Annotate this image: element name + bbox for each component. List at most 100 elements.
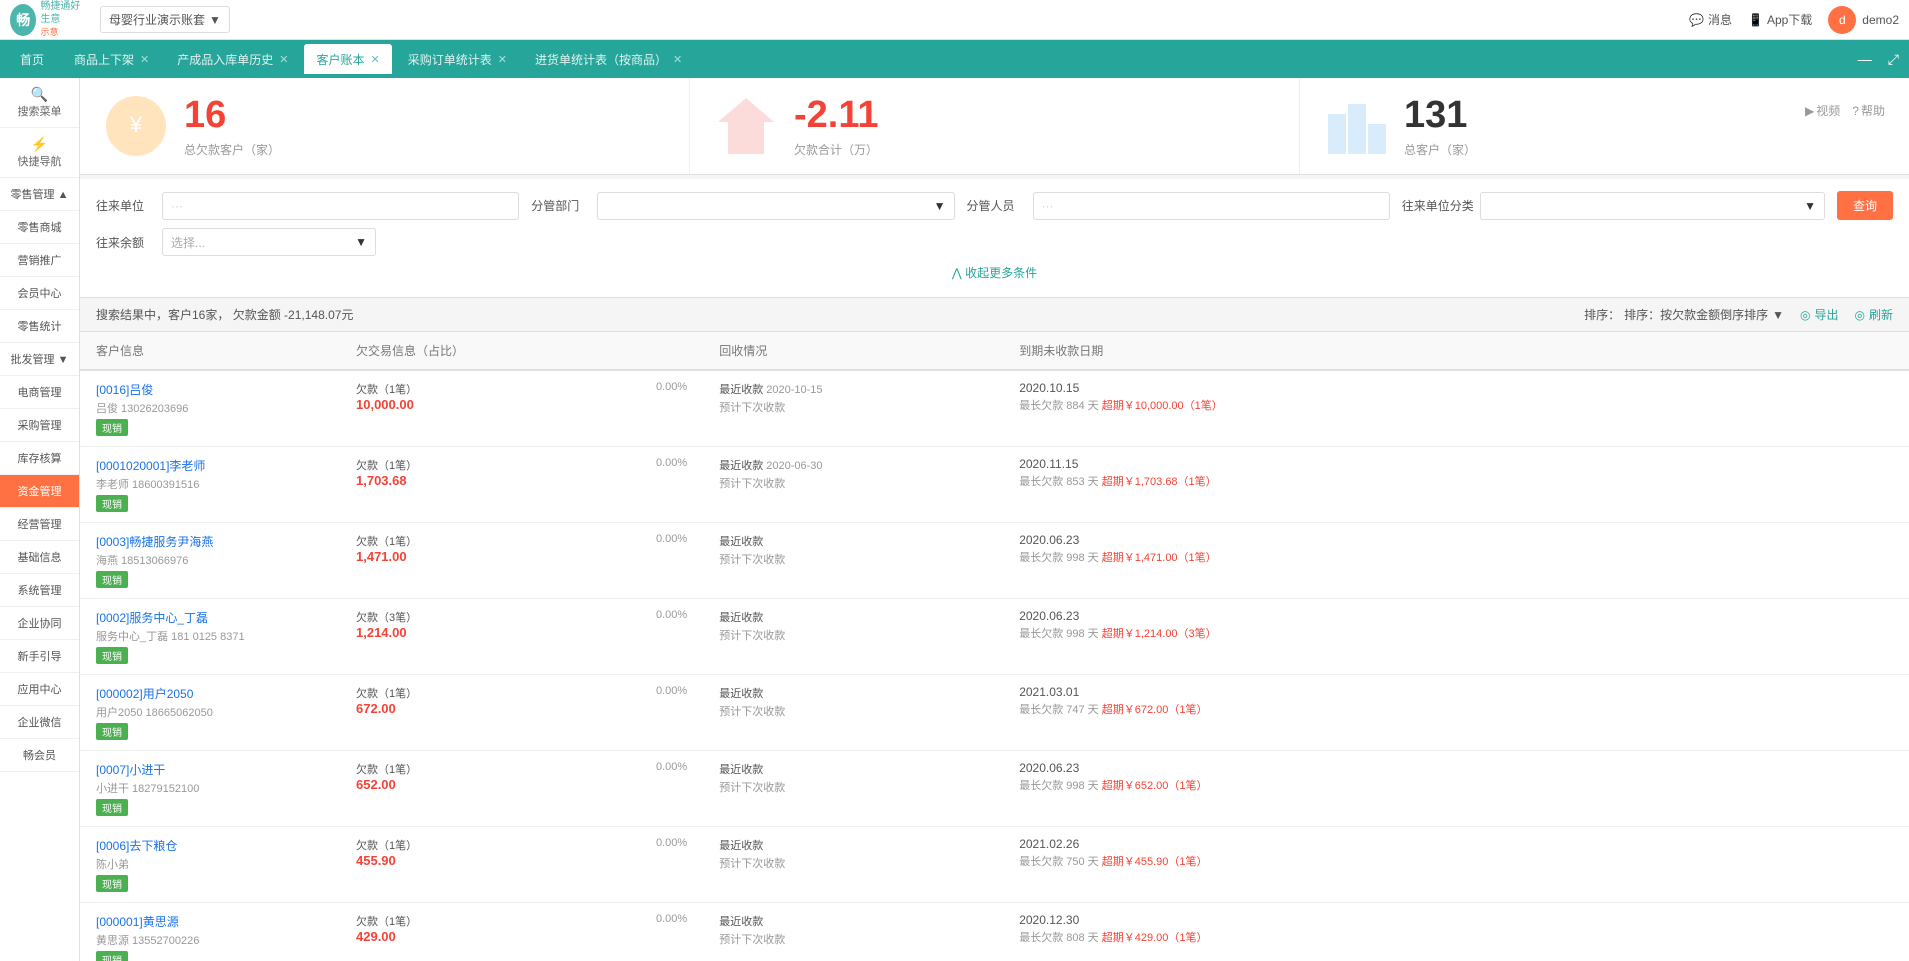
help-btn[interactable]: ? 帮助 (1852, 102, 1885, 119)
debt-amount[interactable]: 1,214.00 (356, 625, 624, 640)
sidebar-item-retail-mall[interactable]: 零售商城 (0, 211, 79, 244)
due-date: 2021.03.01 (1019, 685, 1893, 699)
overdue-days: 最长欠款 808 天 超期￥429.00（1笔） (1019, 929, 1893, 945)
sidebar-item-member2[interactable]: 畅会员 (0, 739, 79, 772)
debt-amount[interactable]: 1,703.68 (356, 473, 624, 488)
app-download-btn[interactable]: 📱 App下载 (1748, 11, 1812, 28)
table-row: [0001020001]李老师 李老师 18600391516 现销 欠款（1笔… (80, 447, 1909, 523)
due-date: 2020.06.23 (1019, 609, 1893, 623)
content-area: ¥ 16 总欠款客户（家） -2.11 欠款合计（万） (80, 78, 1909, 961)
video-icon: ▶ (1805, 104, 1814, 118)
sidebar-nav[interactable]: ⚡ 快捷导航 (0, 128, 79, 178)
debt-amount[interactable]: 10,000.00 (356, 397, 624, 412)
source-unit-input[interactable]: ··· (162, 192, 519, 220)
tab-purchase-stats[interactable]: 采购订单统计表 ✕ (396, 44, 519, 74)
debt-count: 欠款（1笔） (356, 685, 624, 701)
sidebar-item-basic-info[interactable]: 基础信息 (0, 541, 79, 574)
overdue-amount[interactable]: 超期￥455.90（1笔） (1102, 856, 1208, 868)
search-button[interactable]: 查询 (1837, 191, 1893, 220)
sidebar-item-retail-stats[interactable]: 零售统计 (0, 310, 79, 343)
sidebar-item-enterprise[interactable]: 企业协同 (0, 607, 79, 640)
filter-person: 分管人员 ··· (967, 192, 1390, 220)
customer-name[interactable]: [0003]畅捷服务尹海燕 (96, 533, 324, 550)
balance-select[interactable]: 选择... ▼ (162, 228, 376, 256)
sort-selector[interactable]: 排序： 排序：按欠款金额倒序排序 ▼ (1584, 306, 1784, 323)
tab-inbound-stats[interactable]: 进货单统计表（按商品） ✕ (523, 44, 694, 74)
customer-name[interactable]: [000002]用户2050 (96, 685, 324, 702)
debt-amount[interactable]: 455.90 (356, 853, 624, 868)
overdue-amount[interactable]: 超期￥672.00（1笔） (1102, 704, 1208, 716)
sidebar-item-apps[interactable]: 应用中心 (0, 673, 79, 706)
customer-name[interactable]: [0007]小进干 (96, 761, 324, 778)
next-payment: 预计下次收款 (719, 627, 987, 643)
export-btn[interactable]: ◎ 导出 (1800, 306, 1839, 323)
sidebar-item-guide[interactable]: 新手引导 (0, 640, 79, 673)
overdue-amount[interactable]: 超期￥1,703.68（1笔） (1102, 476, 1217, 488)
due-date: 2021.02.26 (1019, 837, 1893, 851)
data-table-container: 客户信息 欠交易信息（占比） 回收情况 到期未收款日期 [0016]吕俊 吕俊 … (80, 332, 1909, 961)
sidebar-item-retail-mgmt[interactable]: 零售管理 ▲ (0, 178, 79, 211)
tab-close-icon[interactable]: ✕ (673, 53, 682, 66)
stat-card-total-customers: 131 总客户（家） ▶ 视频 ? 帮助 (1300, 78, 1909, 174)
debt-amount[interactable]: 1,471.00 (356, 549, 624, 564)
customer-name[interactable]: [0016]吕俊 (96, 381, 324, 398)
sidebar-item-member[interactable]: 会员中心 (0, 277, 79, 310)
chevron-down-icon: ▼ (355, 235, 367, 249)
customer-tag: 现销 (96, 951, 128, 961)
view-btn[interactable]: ▶ 视频 (1805, 102, 1840, 119)
person-input[interactable]: ··· (1033, 192, 1390, 220)
chevron-down-icon: ▼ (934, 199, 946, 213)
customer-name[interactable]: [0002]服务中心_丁磊 (96, 609, 324, 626)
tab-goods[interactable]: 商品上下架 ✕ (62, 44, 161, 74)
customer-name[interactable]: [0001020001]李老师 (96, 457, 324, 474)
search-icon: 🔍 (4, 86, 75, 103)
tab-close-icon[interactable]: ✕ (371, 53, 380, 66)
message-btn[interactable]: 💬 消息 (1689, 11, 1732, 28)
sidebar-item-operations[interactable]: 经营管理 (0, 508, 79, 541)
user-avatar[interactable]: d demo2 (1828, 6, 1899, 34)
sidebar-item-wholesale[interactable]: 批发管理 ▼ (0, 343, 79, 376)
debt-percent: 0.00% (656, 685, 687, 697)
tab-bar: 首页 商品上下架 ✕ 产成品入库单历史 ✕ 客户账本 ✕ 采购订单统计表 ✕ 进… (0, 40, 1909, 78)
customer-name[interactable]: [0006]去下粮仓 (96, 837, 324, 854)
refresh-btn[interactable]: ◎ 刷新 (1855, 306, 1894, 323)
sidebar: 🔍 搜索菜单 ⚡ 快捷导航 零售管理 ▲ 零售商城 营销推广 会员中心 零售统计… (0, 78, 80, 961)
sidebar-search[interactable]: 🔍 搜索菜单 (0, 78, 79, 128)
overdue-amount[interactable]: 超期￥652.00（1笔） (1102, 780, 1208, 792)
tab-close-icon[interactable]: ✕ (279, 53, 288, 66)
overdue-amount[interactable]: 超期￥1,214.00（3笔） (1102, 628, 1217, 640)
tab-close-icon[interactable]: ✕ (140, 53, 149, 66)
tab-minimize-icon[interactable]: — (1852, 49, 1878, 69)
table-row: [0007]小进干 小进干 18279152100 现销 欠款（1笔） 652.… (80, 751, 1909, 827)
sidebar-item-system[interactable]: 系统管理 (0, 574, 79, 607)
sidebar-item-purchase[interactable]: 采购管理 (0, 409, 79, 442)
results-bar-right: 排序： 排序：按欠款金额倒序排序 ▼ ◎ 导出 ◎ 刷新 (1584, 306, 1893, 323)
unit-category-input[interactable]: ▼ (1480, 192, 1825, 220)
customer-name[interactable]: [000001]黄思源 (96, 913, 324, 930)
collapse-btn[interactable]: ⋀ 收起更多条件 (96, 260, 1893, 285)
overdue-amount[interactable]: 超期￥1,471.00（1笔） (1102, 552, 1217, 564)
dept-input[interactable]: ▼ (597, 192, 954, 220)
download-icon: 📱 (1748, 13, 1763, 27)
tab-production[interactable]: 产成品入库单历史 ✕ (165, 44, 300, 74)
debt-amount[interactable]: 672.00 (356, 701, 624, 716)
overdue-amount[interactable]: 超期￥429.00（1笔） (1102, 932, 1208, 944)
sidebar-item-ecommerce[interactable]: 电商管理 (0, 376, 79, 409)
tab-home[interactable]: 首页 (6, 44, 58, 74)
tab-customer-account[interactable]: 客户账本 ✕ (304, 44, 391, 74)
overdue-amount[interactable]: 超期￥10,000.00（1笔） (1102, 400, 1223, 412)
table-row: [0006]去下粮仓 陈小弟 现销 欠款（1笔） 455.90 0.00% 最近… (80, 827, 1909, 903)
debt-count: 欠款（1笔） (356, 761, 624, 777)
debt-amount[interactable]: 652.00 (356, 777, 624, 792)
help-icon: ? (1852, 104, 1859, 118)
store-selector[interactable]: 母婴行业演示账套 ▼ (100, 6, 230, 33)
stat-number-debt-amount: -2.11 (794, 94, 879, 137)
next-payment: 预计下次收款 (719, 779, 987, 795)
sidebar-item-marketing[interactable]: 营销推广 (0, 244, 79, 277)
sidebar-item-finance[interactable]: 资金管理 (0, 475, 79, 508)
sidebar-item-wechat[interactable]: 企业微信 (0, 706, 79, 739)
sidebar-item-inventory[interactable]: 库存核算 (0, 442, 79, 475)
tab-close-icon[interactable]: ✕ (498, 53, 507, 66)
tab-maximize-icon[interactable]: ⤢ (1882, 49, 1905, 70)
debt-amount[interactable]: 429.00 (356, 929, 624, 944)
